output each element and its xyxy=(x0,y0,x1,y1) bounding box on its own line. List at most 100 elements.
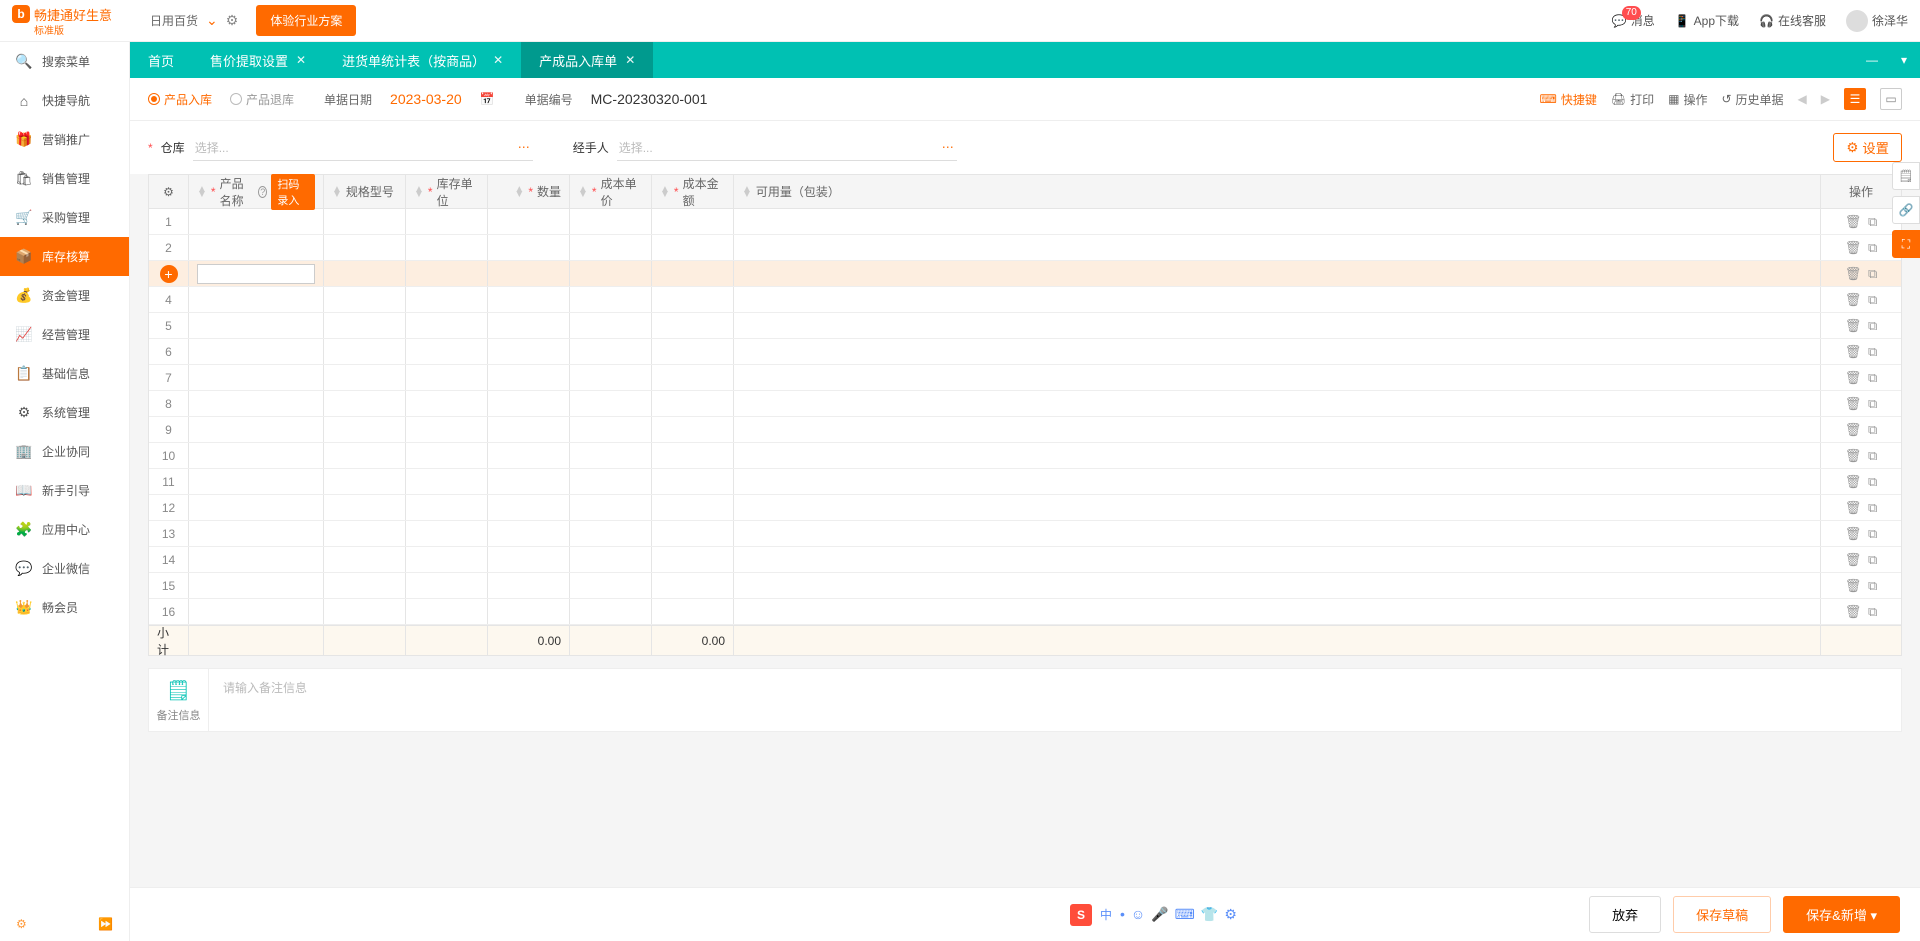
table-row[interactable]: 10🗑 ⧉ xyxy=(149,443,1901,469)
table-row[interactable]: 11🗑 ⧉ xyxy=(149,469,1901,495)
table-row[interactable]: 14🗑 ⧉ xyxy=(149,547,1901,573)
table-row[interactable]: 16🗑 ⧉ xyxy=(149,599,1901,625)
delete-icon[interactable]: 🗑 xyxy=(1845,526,1862,542)
delete-icon[interactable]: 🗑 xyxy=(1845,552,1862,568)
table-row[interactable]: 7🗑 ⧉ xyxy=(149,365,1901,391)
collapse-icon[interactable]: ⏩ xyxy=(98,917,113,931)
settings-button[interactable]: ⚙ 设置 xyxy=(1833,133,1902,162)
doc-date-value[interactable]: 2023-03-20 xyxy=(390,91,462,107)
table-row[interactable]: 8🗑 ⧉ xyxy=(149,391,1901,417)
tab-3[interactable]: 产成品入库单✕ xyxy=(521,42,653,78)
user-menu[interactable]: 徐泽华 xyxy=(1846,10,1908,32)
copy-icon[interactable]: ⧉ xyxy=(1868,552,1877,568)
rail-expand-icon[interactable]: ⛶ xyxy=(1892,230,1920,258)
prev-icon[interactable]: ◀ xyxy=(1798,92,1807,106)
tab-1[interactable]: 售价提取设置✕ xyxy=(192,42,324,78)
radio-product-out[interactable]: 产品退库 xyxy=(230,91,294,108)
col-qty[interactable]: ▲▼*数量 xyxy=(488,175,570,208)
view-list-toggle[interactable]: ☰ xyxy=(1844,88,1866,110)
sidebar-item-0[interactable]: 🔍搜索菜单 xyxy=(0,42,129,81)
table-row[interactable]: 2🗑 ⧉ xyxy=(149,235,1901,261)
delete-icon[interactable]: 🗑 xyxy=(1845,292,1862,308)
table-row[interactable]: 13🗑 ⧉ xyxy=(149,521,1901,547)
tab-minimize-button[interactable]: — xyxy=(1856,42,1888,78)
ime-tools[interactable]: •☺🎤⌨👕⚙ xyxy=(1120,906,1237,923)
copy-icon[interactable]: ⧉ xyxy=(1868,396,1877,412)
discard-button[interactable]: 放弃 xyxy=(1589,896,1661,933)
history-button[interactable]: ↺历史单据 xyxy=(1721,91,1783,108)
tab-menu-button[interactable]: ▾ xyxy=(1888,42,1920,78)
support-button[interactable]: 🎧 在线客服 xyxy=(1759,12,1826,29)
rail-link-icon[interactable]: 🔗 xyxy=(1892,196,1920,224)
table-row[interactable]: 4🗑 ⧉ xyxy=(149,287,1901,313)
save-new-button[interactable]: 保存&新增 ▾ xyxy=(1783,896,1900,933)
delete-icon[interactable]: 🗑 xyxy=(1845,578,1862,594)
messages-button[interactable]: 💬 70 消息 xyxy=(1612,12,1655,29)
gear-icon[interactable]: ⚙ xyxy=(226,12,239,29)
table-row[interactable]: 9🗑 ⧉ xyxy=(149,417,1901,443)
view-card-toggle[interactable]: ▭ xyxy=(1880,88,1902,110)
warehouse-select[interactable]: 选择... ⋯ xyxy=(193,135,533,161)
sidebar-item-9[interactable]: ⚙系统管理 xyxy=(0,393,129,432)
delete-icon[interactable]: 🗑 xyxy=(1845,344,1862,360)
copy-icon[interactable]: ⧉ xyxy=(1868,578,1877,594)
delete-icon[interactable]: 🗑 xyxy=(1845,474,1862,490)
table-row[interactable]: 12🗑 ⧉ xyxy=(149,495,1901,521)
table-row[interactable]: 6🗑 ⧉ xyxy=(149,339,1901,365)
rail-note-icon[interactable]: 🗒 xyxy=(1892,162,1920,190)
sidebar-item-4[interactable]: 🛒采购管理 xyxy=(0,198,129,237)
copy-icon[interactable]: ⧉ xyxy=(1868,292,1877,308)
copy-icon[interactable]: ⧉ xyxy=(1868,214,1877,230)
add-row-icon[interactable]: + xyxy=(160,265,178,283)
print-button[interactable]: 🖨打印 xyxy=(1611,91,1654,108)
sidebar-item-7[interactable]: 📈经营管理 xyxy=(0,315,129,354)
col-unit[interactable]: ▲▼*库存单位 xyxy=(406,175,488,208)
delete-icon[interactable]: 🗑 xyxy=(1845,214,1862,230)
delete-icon[interactable]: 🗑 xyxy=(1845,266,1862,282)
remark-input[interactable]: 请输入备注信息 xyxy=(209,669,1901,731)
col-spec[interactable]: ▲▼规格型号 xyxy=(324,175,406,208)
copy-icon[interactable]: ⧉ xyxy=(1868,266,1877,282)
logo[interactable]: b 畅捷通好生意 标准版 xyxy=(12,5,130,37)
sidebar-item-8[interactable]: 📋基础信息 xyxy=(0,354,129,393)
sidebar-item-5[interactable]: 📦库存核算 xyxy=(0,237,129,276)
copy-icon[interactable]: ⧉ xyxy=(1868,240,1877,256)
sidebar-item-1[interactable]: ⌂快捷导航 xyxy=(0,81,129,120)
close-icon[interactable]: ✕ xyxy=(625,53,635,67)
sidebar-item-11[interactable]: 📖新手引导 xyxy=(0,471,129,510)
copy-icon[interactable]: ⧉ xyxy=(1868,344,1877,360)
help-icon[interactable]: ? xyxy=(258,186,267,198)
copy-icon[interactable]: ⧉ xyxy=(1868,474,1877,490)
delete-icon[interactable]: 🗑 xyxy=(1845,240,1862,256)
sidebar-item-6[interactable]: 💰资金管理 xyxy=(0,276,129,315)
sidebar-item-14[interactable]: 👑畅会员 xyxy=(0,588,129,627)
copy-icon[interactable]: ⧉ xyxy=(1868,370,1877,386)
copy-icon[interactable]: ⧉ xyxy=(1868,500,1877,516)
delete-icon[interactable]: 🗑 xyxy=(1845,422,1862,438)
app-download-button[interactable]: 📱 App下载 xyxy=(1675,12,1739,29)
col-available[interactable]: ▲▼可用量（包装） xyxy=(734,175,1821,208)
sidebar-item-3[interactable]: 🛍销售管理 xyxy=(0,159,129,198)
copy-icon[interactable]: ⧉ xyxy=(1868,422,1877,438)
save-draft-button[interactable]: 保存草稿 xyxy=(1673,896,1771,933)
sidebar-item-13[interactable]: 💬企业微信 xyxy=(0,549,129,588)
col-settings[interactable]: ⚙ xyxy=(149,175,189,208)
scan-input-button[interactable]: 扫码录入 xyxy=(271,174,315,210)
table-row[interactable]: 15🗑 ⧉ xyxy=(149,573,1901,599)
sidebar-item-10[interactable]: 🏢企业协同 xyxy=(0,432,129,471)
col-product-name[interactable]: ▲▼*产品名称?扫码录入 xyxy=(189,175,324,208)
delete-icon[interactable]: 🗑 xyxy=(1845,396,1862,412)
hotkey-button[interactable]: ⌨快捷键 xyxy=(1540,91,1597,108)
delete-icon[interactable]: 🗑 xyxy=(1845,604,1862,620)
sidebar-item-12[interactable]: 🧩应用中心 xyxy=(0,510,129,549)
table-row[interactable]: + 🗑 ⧉ xyxy=(149,261,1901,287)
product-name-input[interactable] xyxy=(197,264,315,284)
table-row[interactable]: 1🗑 ⧉ xyxy=(149,209,1901,235)
settings-icon[interactable]: ⚙ xyxy=(16,917,27,931)
next-icon[interactable]: ▶ xyxy=(1821,92,1830,106)
radio-product-in[interactable]: 产品入库 xyxy=(148,91,212,108)
handler-select[interactable]: 选择... ⋯ xyxy=(617,135,957,161)
copy-icon[interactable]: ⧉ xyxy=(1868,448,1877,464)
operations-button[interactable]: ▦操作 xyxy=(1668,91,1707,108)
copy-icon[interactable]: ⧉ xyxy=(1868,318,1877,334)
